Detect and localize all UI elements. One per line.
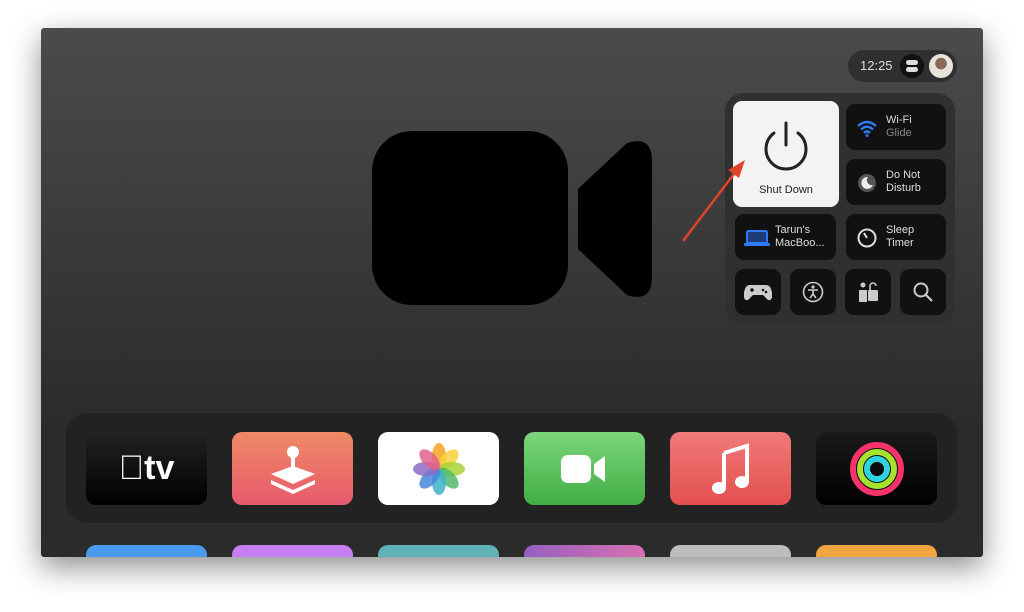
photos-flower-icon — [412, 442, 465, 495]
do-not-disturb-button[interactable]: Do Not Disturb — [846, 159, 946, 205]
power-icon — [764, 121, 808, 171]
app-music[interactable] — [670, 432, 791, 505]
sleep-line2: Timer — [886, 237, 914, 249]
control-center-toggle-icon[interactable] — [900, 54, 924, 78]
app-tile-row2[interactable] — [524, 545, 645, 557]
tvos-screen: 12:25 Shut Down Wi-Fi Glide Do Not Disturb… — [41, 28, 983, 557]
wifi-button[interactable]: Wi-Fi Glide — [846, 104, 946, 150]
accessibility-button[interactable] — [790, 269, 836, 315]
app-arcade[interactable] — [232, 432, 353, 505]
wifi-network: Glide — [886, 127, 912, 139]
status-pill[interactable]: 12:25 — [848, 50, 957, 82]
game-controller-button[interactable] — [735, 269, 781, 315]
airplay-line1: Tarun's — [775, 224, 811, 236]
app-tile-row2[interactable] — [378, 545, 499, 557]
annotation-arrow — [682, 160, 745, 242]
wifi-title: Wi-Fi — [886, 114, 912, 126]
app-tile-row2[interactable] — [86, 545, 207, 557]
airplay-line2: MacBoo... — [775, 237, 825, 249]
activity-rings-icon — [849, 441, 904, 496]
app-apple-tv[interactable]: tv — [86, 432, 207, 505]
search-icon — [913, 282, 933, 302]
avatar[interactable] — [929, 54, 953, 78]
game-controller-icon — [744, 285, 772, 301]
timer-icon — [856, 227, 878, 249]
app-tile-row2[interactable] — [670, 545, 791, 557]
restrictions-button[interactable] — [845, 269, 891, 315]
facetime-icon — [560, 454, 605, 483]
sleep-timer-button[interactable]: Sleep Timer — [846, 214, 946, 260]
clock: 12:25 — [860, 58, 893, 73]
app-tile-row2[interactable] — [232, 545, 353, 557]
wifi-icon — [856, 117, 878, 139]
app-photos[interactable] — [378, 432, 499, 505]
accessibility-icon — [802, 281, 824, 303]
app-facetime[interactable] — [524, 432, 645, 505]
dnd-line1: Do Not — [886, 169, 921, 181]
joystick-icon — [270, 445, 315, 494]
app-tile-row2[interactable] — [816, 545, 937, 557]
app-fitness[interactable] — [816, 432, 937, 505]
restrictions-icon — [859, 282, 878, 302]
search-button[interactable] — [900, 269, 946, 315]
moon-icon — [856, 172, 878, 194]
dnd-line2: Disturb — [886, 182, 921, 194]
sleep-line1: Sleep — [886, 224, 915, 236]
music-note-icon — [711, 442, 749, 494]
apple-tv-logo-icon: tv — [119, 449, 175, 487]
facetime-large-icon — [372, 131, 652, 305]
